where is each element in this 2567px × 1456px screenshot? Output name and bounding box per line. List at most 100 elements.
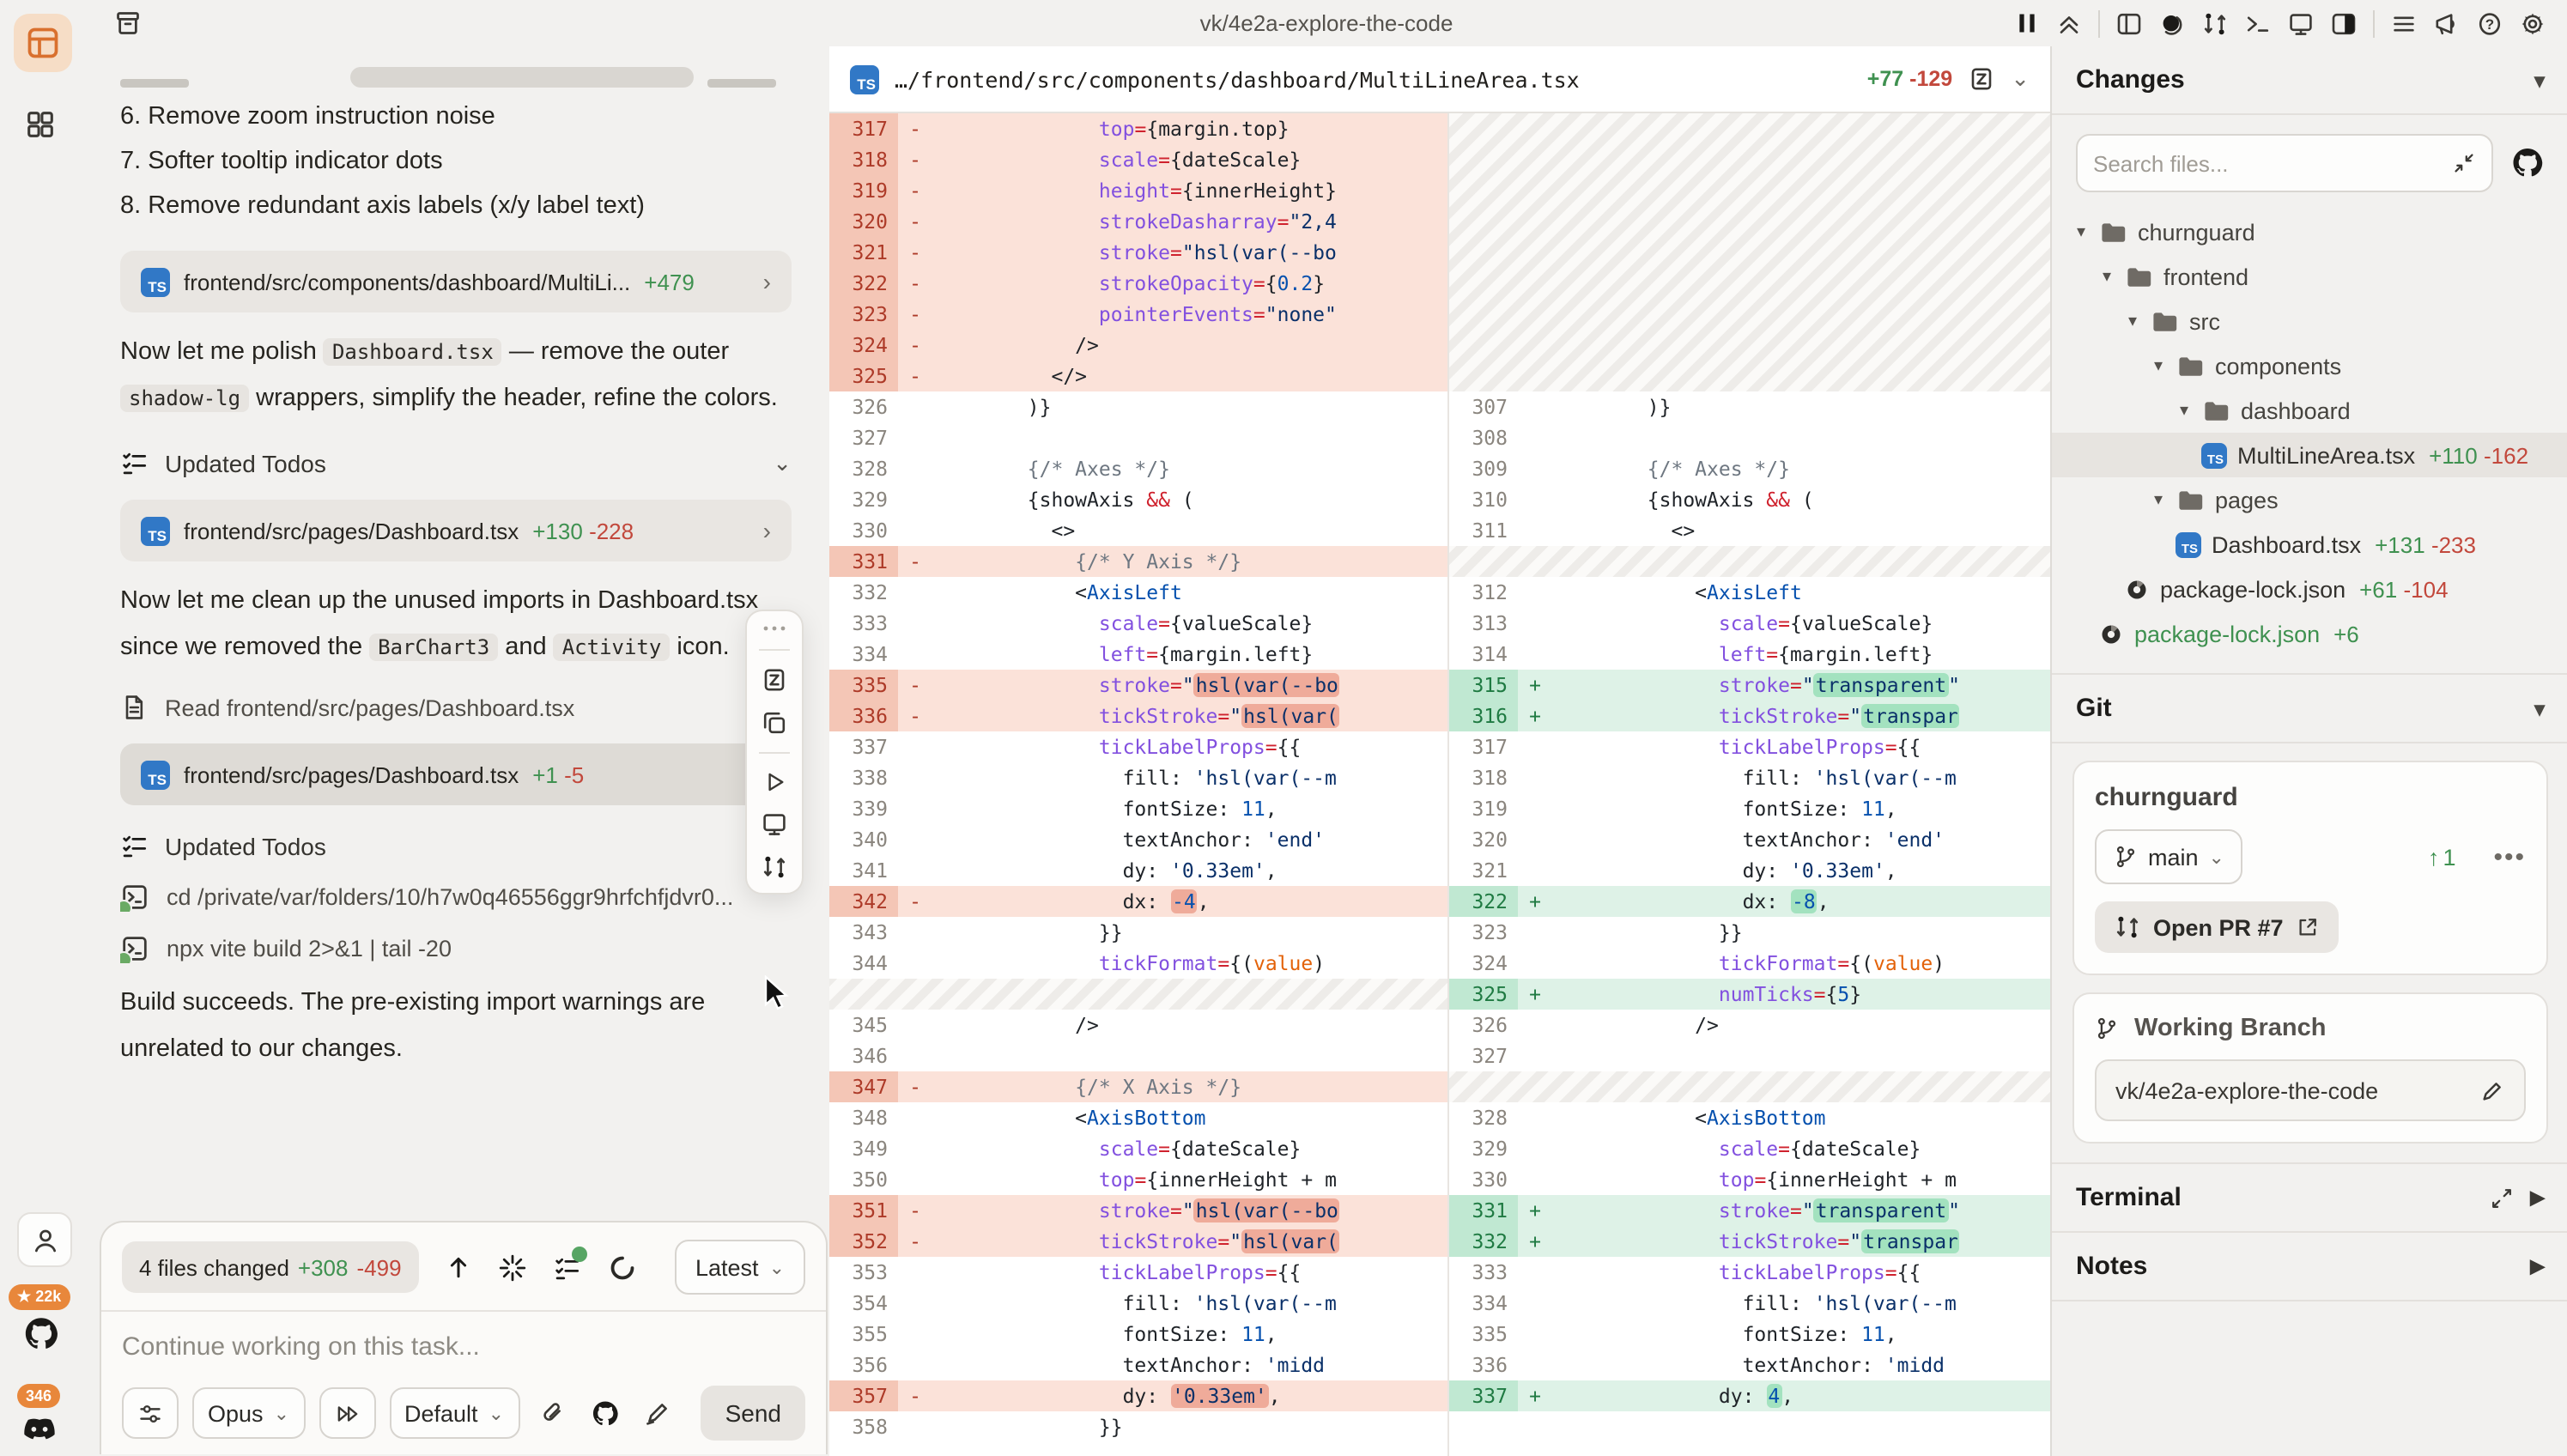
diff-row[interactable]: 333 scale={valueScale} [829,608,1447,639]
diff-row[interactable]: 328 <AxisBottom [1449,1102,2050,1133]
diff-row[interactable]: 341 dy: '0.33em', [829,855,1447,886]
send-button[interactable]: Send [701,1386,805,1441]
dots-icon[interactable] [761,623,788,634]
more-options-icon[interactable]: ••• [2493,842,2526,871]
diff-row[interactable]: 326 /> [1449,1010,2050,1040]
file-diff-chip[interactable]: TSfrontend/src/components/dashboard/Mult… [120,251,792,312]
diff-row[interactable]: 324 tickFormat={(value) [1449,948,2050,979]
tree-row[interactable]: package-lock.json+61 -104 [2052,567,2567,611]
diff-row[interactable]: 317- top={margin.top} [829,113,1447,144]
diff-row[interactable]: 352- tickStroke="hsl(var( [829,1226,1447,1257]
diff-row[interactable]: 325+ numTicks={5} [1449,979,2050,1010]
diff-row[interactable]: 340 textAnchor: 'end' [829,824,1447,855]
diff-row[interactable]: 308 [1449,422,2050,453]
notes-section-header[interactable]: Notes ▶ [2052,1231,2567,1301]
diff-box-icon[interactable] [761,666,788,694]
diff-row[interactable]: 322- strokeOpacity={0.2} [829,268,1447,299]
diff-row[interactable]: 328 {/* Axes */} [829,453,1447,484]
branch-dropdown[interactable]: main ⌄ [2095,829,2243,884]
diff-row[interactable]: 315+ stroke="transparent" [1449,670,2050,701]
diff-row[interactable]: 330 <> [829,515,1447,546]
octocat-icon[interactable] [2510,146,2545,180]
tree-row[interactable]: TSDashboard.tsx+131 -233 [2052,522,2567,567]
diff-row[interactable]: 334 left={margin.left} [829,639,1447,670]
changes-section-header[interactable]: Changes ▾ [2052,46,2567,115]
terminal-prompt-icon[interactable] [2244,9,2272,37]
theme-contrast-icon[interactable] [2158,9,2186,37]
diff-row[interactable]: 311 <> [1449,515,2050,546]
archive-box-icon[interactable] [113,9,143,38]
diff-row[interactable]: 323- pointerEvents="none" [829,299,1447,330]
github-button[interactable] [22,1315,60,1353]
diff-row[interactable]: 327 [1449,1040,2050,1071]
arrow-up-icon[interactable] [445,1253,472,1281]
terminal-section-header[interactable]: Terminal ▶ [2052,1162,2567,1233]
model-dropdown[interactable]: Opus ⌄ [192,1387,305,1439]
diff-row[interactable]: 313 scale={valueScale} [1449,608,2050,639]
tree-row[interactable]: package-lock.json+6 [2052,611,2567,656]
tool-call-row[interactable]: npx vite build 2>&1 | tail -20 [120,934,792,963]
git-compare-icon[interactable] [761,853,788,881]
diff-row[interactable]: 350 top={innerHeight + m [829,1164,1447,1195]
diff-row[interactable]: 333 tickLabelProps={{ [1449,1257,2050,1288]
diff-row[interactable]: 358 }} [829,1411,1447,1442]
diff-right-column[interactable]: 307 )}308309 {/* Axes */}310 {showAxis &… [1447,113,2050,1456]
diff-row[interactable]: 344 tickFormat={(value) [829,948,1447,979]
git-section-header[interactable]: Git ▾ [2052,673,2567,743]
tree-row[interactable]: ▾frontend [2052,254,2567,299]
collapse-up-icon[interactable] [2055,9,2083,37]
diff-row[interactable]: 353 tickLabelProps={{ [829,1257,1447,1288]
pen-icon[interactable] [643,1399,671,1427]
diff-row[interactable]: 321- stroke="hsl(var(--bo [829,237,1447,268]
settings-sliders-button[interactable] [122,1387,179,1439]
diff-row[interactable]: 336 textAnchor: 'midd [1449,1350,2050,1380]
diff-row[interactable]: 346 [829,1040,1447,1071]
diff-row[interactable]: 331+ stroke="transparent" [1449,1195,2050,1226]
tree-row[interactable]: ▾src [2052,299,2567,343]
diff-row[interactable]: 314 left={margin.left} [1449,639,2050,670]
help-icon[interactable]: ? [2476,9,2503,37]
diff-row[interactable]: 347- {/* X Axis */} [829,1071,1447,1102]
todo-check-icon[interactable] [553,1253,582,1282]
tree-row[interactable]: ▾dashboard [2052,388,2567,433]
diff-row[interactable]: 330 top={innerHeight + m [1449,1164,2050,1195]
diff-row[interactable]: 356 textAnchor: 'midd [829,1350,1447,1380]
search-input[interactable]: Search files... [2076,134,2493,192]
burst-icon[interactable] [498,1253,527,1282]
diff-row[interactable]: 326 )} [829,391,1447,422]
panel-right-icon[interactable] [2330,9,2358,37]
diff-row[interactable]: 348 <AxisBottom [829,1102,1447,1133]
expand-icon[interactable] [2489,1186,2513,1210]
diff-row[interactable]: 332+ tickStroke="transpar [1449,1226,2050,1257]
tree-row[interactable]: ▾components [2052,343,2567,388]
discord-button[interactable] [21,1415,58,1446]
collapse-tree-icon[interactable] [2452,151,2476,175]
diff-row[interactable]: 320- strokeDasharray="2,4 [829,206,1447,237]
diff-row[interactable]: 325- </> [829,361,1447,391]
chevron-down-icon[interactable]: ⌄ [2011,65,2030,93]
monitor-icon[interactable] [2287,9,2315,37]
diff-row[interactable]: 324- /> [829,330,1447,361]
diff-row[interactable]: 332 <AxisLeft [829,577,1447,608]
diff-row[interactable]: 327 [829,422,1447,453]
diff-row[interactable]: 337 tickLabelProps={{ [829,731,1447,762]
rail-item-workspace-active[interactable] [14,14,72,72]
diff-row[interactable]: 351- stroke="hsl(var(--bo [829,1195,1447,1226]
paperclip-icon[interactable] [538,1399,566,1427]
diff-row[interactable]: 317 tickLabelProps={{ [1449,731,2050,762]
rail-item-board[interactable] [24,108,57,141]
latest-dropdown[interactable]: Latest ⌄ [675,1240,805,1295]
diff-row[interactable]: 354 fill: 'hsl(var(--m [829,1288,1447,1319]
diff-row[interactable]: 338 fill: 'hsl(var(--m [829,762,1447,793]
octocat-icon[interactable] [590,1398,619,1428]
tree-row[interactable]: ▾churnguard [2052,209,2567,254]
tool-call-row[interactable]: Read frontend/src/pages/Dashboard.tsx [120,694,792,721]
diff-row[interactable]: 357- dy: '0.33em', [829,1380,1447,1411]
diff-row[interactable]: 318- scale={dateScale} [829,144,1447,175]
diff-left-column[interactable]: 317- top={margin.top}318- scale={dateSca… [829,113,1447,1456]
settings-icon[interactable] [2519,9,2546,37]
file-diff-chip[interactable]: TSfrontend/src/pages/Dashboard.tsx+130 -… [120,500,792,561]
diff-row[interactable]: 329 {showAxis && ( [829,484,1447,515]
message-input[interactable]: Continue working on this task... [122,1332,805,1362]
diff-row[interactable]: 322+ dx: -8, [1449,886,2050,917]
